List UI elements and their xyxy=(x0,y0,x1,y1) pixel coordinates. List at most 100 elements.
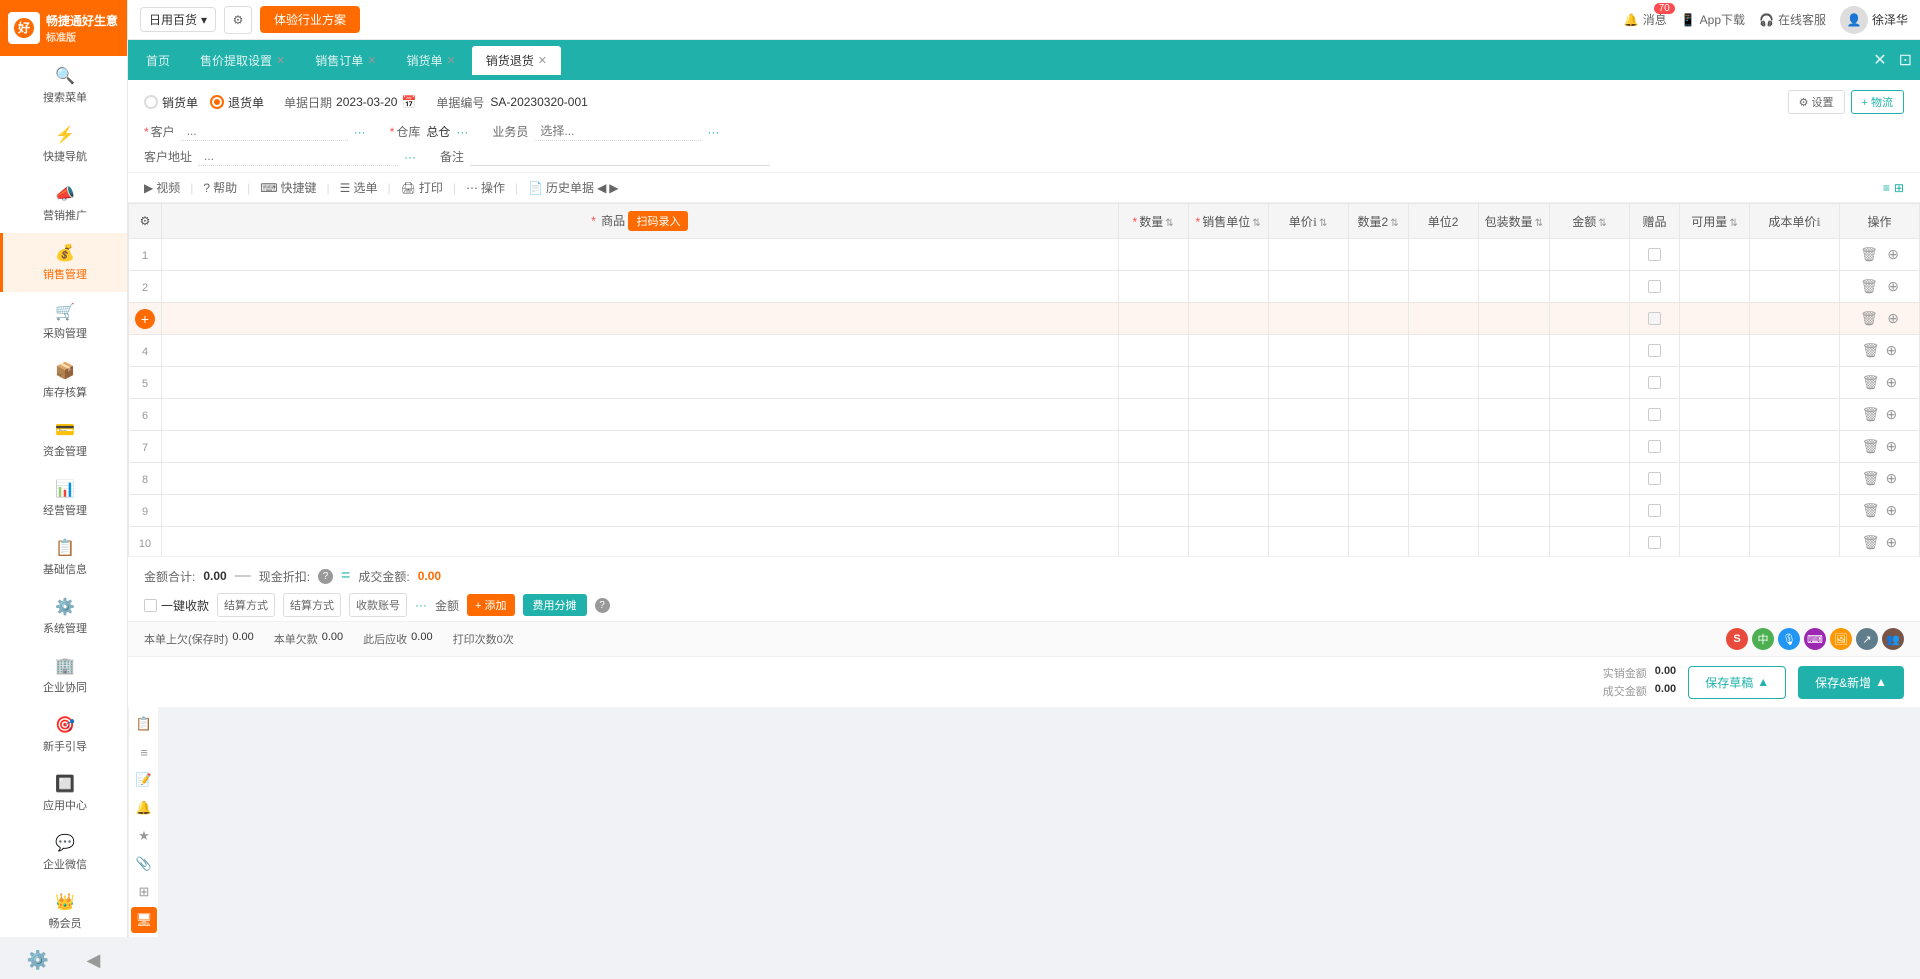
address-input[interactable] xyxy=(198,147,398,166)
experience-btn[interactable]: 体验行业方案 xyxy=(260,6,360,33)
add-logistics-btn[interactable]: + 物流 xyxy=(1851,90,1904,114)
row-unit-3[interactable] xyxy=(1188,303,1268,335)
status-icon-share[interactable]: ↗ xyxy=(1856,628,1878,650)
rt-btn-1[interactable]: 📋 xyxy=(131,711,157,737)
tab-home[interactable]: 首页 xyxy=(132,46,184,75)
product-input-3[interactable] xyxy=(168,311,1112,326)
customer-more-icon[interactable]: ··· xyxy=(354,125,366,139)
warehouse-more-icon[interactable]: ··· xyxy=(456,125,468,139)
sidebar-item-newbie[interactable]: 🎯 新手引导 xyxy=(0,705,127,764)
sidebar-settings-btn[interactable]: ⚙️ xyxy=(27,950,49,971)
status-icon-zh[interactable]: 中 xyxy=(1752,628,1774,650)
sidebar-item-finance[interactable]: 💳 资金管理 xyxy=(0,410,127,469)
discount-help-icon[interactable]: ? xyxy=(318,569,333,584)
sort-qty2-icon[interactable]: ⇅ xyxy=(1390,218,1398,229)
sidebar-item-sales[interactable]: 💰 销售管理 xyxy=(0,233,127,292)
scan-btn[interactable]: 扫码录入 xyxy=(628,211,688,231)
delete-row-1-btn[interactable]: 🗑 xyxy=(1857,246,1881,262)
gift-checkbox-3[interactable] xyxy=(1648,312,1661,325)
cost-info-icon[interactable]: ℹ xyxy=(1816,217,1820,229)
row-product-2[interactable] xyxy=(162,271,1119,303)
gift-cb[interactable] xyxy=(1648,440,1661,453)
sidebar-item-wechat[interactable]: 💬 企业微信 xyxy=(0,823,127,882)
sidebar-item-search[interactable]: 🔍 搜索菜单 xyxy=(0,56,127,115)
calc-select[interactable]: 结算方式 xyxy=(283,593,341,617)
user-area[interactable]: 👤 徐泽华 xyxy=(1840,6,1908,34)
row-product-1[interactable] xyxy=(162,239,1119,271)
tab-sales-order[interactable]: 销售订单 ✕ xyxy=(301,46,390,75)
row-unit-2[interactable] xyxy=(1188,271,1268,303)
gift-cb[interactable] xyxy=(1648,536,1661,549)
toolbar-operation[interactable]: ⋯ 操作 xyxy=(466,179,505,196)
add-row-btn[interactable]: + xyxy=(135,309,155,329)
row-price-1[interactable] xyxy=(1268,239,1348,271)
row-qty2-2[interactable] xyxy=(1348,271,1408,303)
sort-unit-icon[interactable]: ⇅ xyxy=(1252,218,1260,229)
copy-btn[interactable]: ⊕ xyxy=(1883,470,1901,486)
tab-return-close[interactable]: ✕ xyxy=(538,54,547,67)
remark-input[interactable] xyxy=(470,147,770,166)
toolbar-select[interactable]: ☰ 选单 xyxy=(340,179,378,196)
row-qty-2[interactable] xyxy=(1118,271,1188,303)
rt-btn-3[interactable]: 📝 xyxy=(131,767,157,793)
copy-btn[interactable]: ⊕ xyxy=(1883,374,1901,390)
sidebar-item-system[interactable]: ⚙️ 系统管理 xyxy=(0,587,127,646)
status-icon-img[interactable]: 🖼 xyxy=(1830,628,1852,650)
row-unit-1[interactable] xyxy=(1188,239,1268,271)
copy-row-2-btn[interactable]: ⊕ xyxy=(1884,278,1902,294)
row-pack-2[interactable] xyxy=(1478,271,1549,303)
price-info-icon[interactable]: ℹ xyxy=(1313,217,1317,229)
row-unit2-1[interactable] xyxy=(1408,239,1478,271)
del-btn[interactable]: 🗑 xyxy=(1859,502,1883,518)
row-cost-1[interactable] xyxy=(1750,239,1840,271)
copy-btn[interactable]: ⊕ xyxy=(1883,502,1901,518)
table-view-btn[interactable]: ⊞ xyxy=(1894,181,1904,195)
account-more-icon[interactable]: ··· xyxy=(415,598,427,612)
sort-qty-icon[interactable]: ⇅ xyxy=(1165,218,1173,229)
gift-cb[interactable] xyxy=(1648,408,1661,421)
tab-return[interactable]: 销货退货 ✕ xyxy=(472,46,561,75)
radio-return[interactable]: 退货单 xyxy=(210,94,264,111)
settlement-select[interactable]: 结算方式 xyxy=(217,593,275,617)
row-product-3[interactable] xyxy=(162,303,1119,335)
row-amount-3[interactable] xyxy=(1550,303,1630,335)
row-avail-1[interactable] xyxy=(1680,239,1750,271)
rt-btn-7[interactable]: ⊞ xyxy=(131,879,157,905)
row-cost-3[interactable] xyxy=(1750,303,1840,335)
copy-btn[interactable]: ⊕ xyxy=(1883,406,1901,422)
status-icon-people[interactable]: 👥 xyxy=(1882,628,1904,650)
sidebar-item-purchase[interactable]: 🛒 采购管理 xyxy=(0,292,127,351)
gift-checkbox-2[interactable] xyxy=(1648,280,1661,293)
delete-row-2-btn[interactable]: 🗑 xyxy=(1857,278,1881,294)
row-unit2-2[interactable] xyxy=(1408,271,1478,303)
row-price-2[interactable] xyxy=(1268,271,1348,303)
tab-sale-close[interactable]: ✕ xyxy=(447,54,456,67)
maximize-btn[interactable]: ⊡ xyxy=(1895,48,1916,72)
close-tab-btn[interactable]: ✕ xyxy=(1869,48,1890,72)
gift-checkbox-1[interactable] xyxy=(1648,248,1661,261)
list-view-btn[interactable]: ≡ xyxy=(1883,181,1890,195)
row-qty2-3[interactable] xyxy=(1348,303,1408,335)
row-avail-2[interactable] xyxy=(1680,271,1750,303)
sort-amount-icon[interactable]: ⇅ xyxy=(1598,218,1606,229)
tab-sales-order-close[interactable]: ✕ xyxy=(367,54,376,67)
row-gift-3[interactable] xyxy=(1630,303,1680,335)
one-click-cb[interactable] xyxy=(144,599,157,612)
sidebar-item-inventory[interactable]: 📦 库存核算 xyxy=(0,351,127,410)
gift-cb[interactable] xyxy=(1648,344,1661,357)
toolbar-video[interactable]: ▶ 视频 xyxy=(144,179,180,196)
row-cost-2[interactable] xyxy=(1750,271,1840,303)
sort-price-icon[interactable]: ⇅ xyxy=(1319,218,1327,229)
sidebar-item-quick-nav[interactable]: ⚡ 快捷导航 xyxy=(0,115,127,174)
copy-btn[interactable]: ⊕ xyxy=(1883,438,1901,454)
salesperson-more-icon[interactable]: ··· xyxy=(707,125,719,139)
row-avail-3[interactable] xyxy=(1680,303,1750,335)
del-btn[interactable]: 🗑 xyxy=(1859,374,1883,390)
copy-row-1-btn[interactable]: ⊕ xyxy=(1884,246,1902,262)
row-pack-1[interactable] xyxy=(1478,239,1549,271)
gift-cb[interactable] xyxy=(1648,472,1661,485)
sidebar-item-business[interactable]: 📊 经营管理 xyxy=(0,469,127,528)
customer-input[interactable] xyxy=(181,122,348,141)
message-btn[interactable]: 🔔 70 消息 xyxy=(1624,11,1667,28)
sidebar-item-apps[interactable]: 🔲 应用中心 xyxy=(0,764,127,823)
